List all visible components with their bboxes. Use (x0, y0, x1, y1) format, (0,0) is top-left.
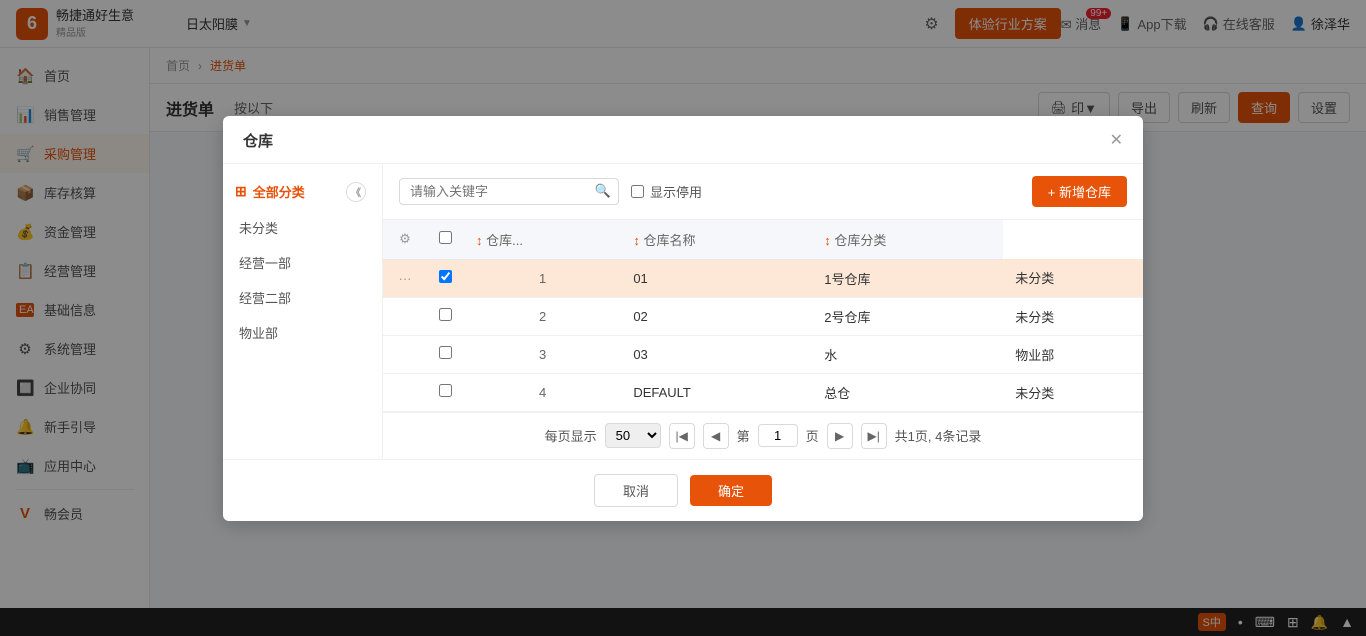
search-wrap: 🔍 (399, 178, 619, 205)
table-row[interactable]: 2 02 2号仓库 未分类 (383, 297, 1143, 335)
category-item-2[interactable]: 经营二部 (223, 280, 382, 315)
category-label-2: 经营二部 (239, 291, 291, 306)
category-label-1: 经营一部 (239, 256, 291, 271)
search-icon[interactable]: 🔍 (595, 183, 611, 199)
table-header-row: ⚙ ↕ 仓库... ↕ 仓库名称 (383, 220, 1143, 260)
first-page-btn[interactable]: |◀ (669, 423, 695, 449)
show-disabled-checkbox[interactable]: 显示停用 (631, 182, 702, 201)
modal-body: ⊞ 全部分类 《 未分类 经营一部 经营二部 物业部 (223, 164, 1143, 459)
grid-icon: ⊞ (235, 183, 247, 200)
per-page-select[interactable]: 50 20 100 (605, 423, 661, 448)
all-category-item[interactable]: ⊞ 全部分类 《 (223, 174, 382, 210)
category-item-0[interactable]: 未分类 (223, 210, 382, 245)
modal-title: 仓库 (243, 130, 273, 151)
table-row[interactable]: 4 DEFAULT 总仓 未分类 (383, 373, 1143, 411)
row-actions-0: ··· (383, 259, 427, 297)
select-all-checkbox[interactable] (439, 231, 452, 244)
row-check-2[interactable] (427, 335, 464, 373)
last-page-btn[interactable]: ▶| (861, 423, 887, 449)
col-code-header: ↕ 仓库... (464, 220, 621, 260)
category-item-3[interactable]: 物业部 (223, 315, 382, 350)
row-num-2: 3 (464, 335, 621, 373)
modal-content-area: 🔍 显示停用 + 新增仓库 ⚙ (383, 164, 1143, 459)
col-gear: ⚙ (383, 220, 427, 260)
col-checkbox (427, 220, 464, 260)
row-checkbox-2[interactable] (439, 346, 452, 359)
row-actions-1 (383, 297, 427, 335)
row-checkbox-3[interactable] (439, 384, 452, 397)
row-checkbox-0[interactable] (439, 270, 452, 283)
row-check-1[interactable] (427, 297, 464, 335)
modal-header: 仓库 ✕ (223, 116, 1143, 164)
row-name-0: 1号仓库 (812, 259, 1003, 297)
add-warehouse-btn[interactable]: + 新增仓库 (1032, 176, 1127, 207)
row-code-0: 01 (621, 259, 812, 297)
search-input[interactable] (399, 178, 619, 205)
gear-icon[interactable]: ⚙ (399, 231, 411, 246)
all-category-label: 全部分类 (253, 182, 305, 201)
col-category-label: 仓库分类 (834, 233, 886, 248)
col-name-header: ↕ 仓库名称 (621, 220, 812, 260)
table-row[interactable]: 3 03 水 物业部 (383, 335, 1143, 373)
modal-close-btn[interactable]: ✕ (1110, 130, 1123, 150)
row-name-1: 2号仓库 (812, 297, 1003, 335)
next-page-btn[interactable]: ▶ (827, 423, 853, 449)
category-label-3: 物业部 (239, 326, 278, 341)
total-info: 共1页, 4条记录 (895, 426, 982, 445)
row-name-3: 总仓 (812, 373, 1003, 411)
row-check-3[interactable] (427, 373, 464, 411)
col-category-header: ↕ 仓库分类 (812, 220, 1003, 260)
row-num-1: 2 (464, 297, 621, 335)
col-code-label: 仓库... (486, 233, 523, 248)
row-category-2: 物业部 (1003, 335, 1143, 373)
warehouse-table: ⚙ ↕ 仓库... ↕ 仓库名称 (383, 220, 1143, 412)
row-checkbox-1[interactable] (439, 308, 452, 321)
row-code-2: 03 (621, 335, 812, 373)
warehouse-modal: 仓库 ✕ ⊞ 全部分类 《 未分类 经营一部 经营二部 (223, 116, 1143, 521)
show-disabled-check[interactable] (631, 185, 644, 198)
confirm-btn[interactable]: 确定 (690, 475, 772, 506)
modal-toolbar: 🔍 显示停用 + 新增仓库 (383, 164, 1143, 220)
show-disabled-label: 显示停用 (650, 182, 702, 201)
row-check-0[interactable] (427, 259, 464, 297)
col-name-sort-icon: ↕ (633, 233, 640, 248)
page-label: 第 (737, 426, 750, 445)
category-label-0: 未分类 (239, 221, 278, 236)
modal-action-footer: 取消 确定 (223, 459, 1143, 521)
row-code-1: 02 (621, 297, 812, 335)
row-category-3: 未分类 (1003, 373, 1143, 411)
warehouse-table-wrap: ⚙ ↕ 仓库... ↕ 仓库名称 (383, 220, 1143, 412)
row-category-0: 未分类 (1003, 259, 1143, 297)
row-actions-2 (383, 335, 427, 373)
page-suffix: 页 (806, 426, 819, 445)
row-name-2: 水 (812, 335, 1003, 373)
row-num-0: 1 (464, 259, 621, 297)
table-row[interactable]: ··· 1 01 1号仓库 未分类 (383, 259, 1143, 297)
row-code-3: DEFAULT (621, 373, 812, 411)
col-name-label: 仓库名称 (643, 233, 695, 248)
modal-overlay[interactable]: 仓库 ✕ ⊞ 全部分类 《 未分类 经营一部 经营二部 (0, 0, 1366, 636)
row-actions-3 (383, 373, 427, 411)
page-number-input[interactable] (758, 424, 798, 447)
pagination-bar: 每页显示 50 20 100 |◀ ◀ 第 页 ▶ ▶| 共1页, 4条记录 (383, 412, 1143, 459)
row-num-3: 4 (464, 373, 621, 411)
modal-sidebar: ⊞ 全部分类 《 未分类 经营一部 经营二部 物业部 (223, 164, 383, 459)
row-category-1: 未分类 (1003, 297, 1143, 335)
prev-page-btn[interactable]: ◀ (703, 423, 729, 449)
collapse-btn[interactable]: 《 (346, 182, 366, 202)
sort-icon: ↕ (476, 233, 483, 248)
cancel-btn[interactable]: 取消 (594, 474, 678, 507)
category-item-1[interactable]: 经营一部 (223, 245, 382, 280)
col-cat-sort-icon: ↕ (824, 233, 831, 248)
per-page-label: 每页显示 (545, 426, 597, 445)
